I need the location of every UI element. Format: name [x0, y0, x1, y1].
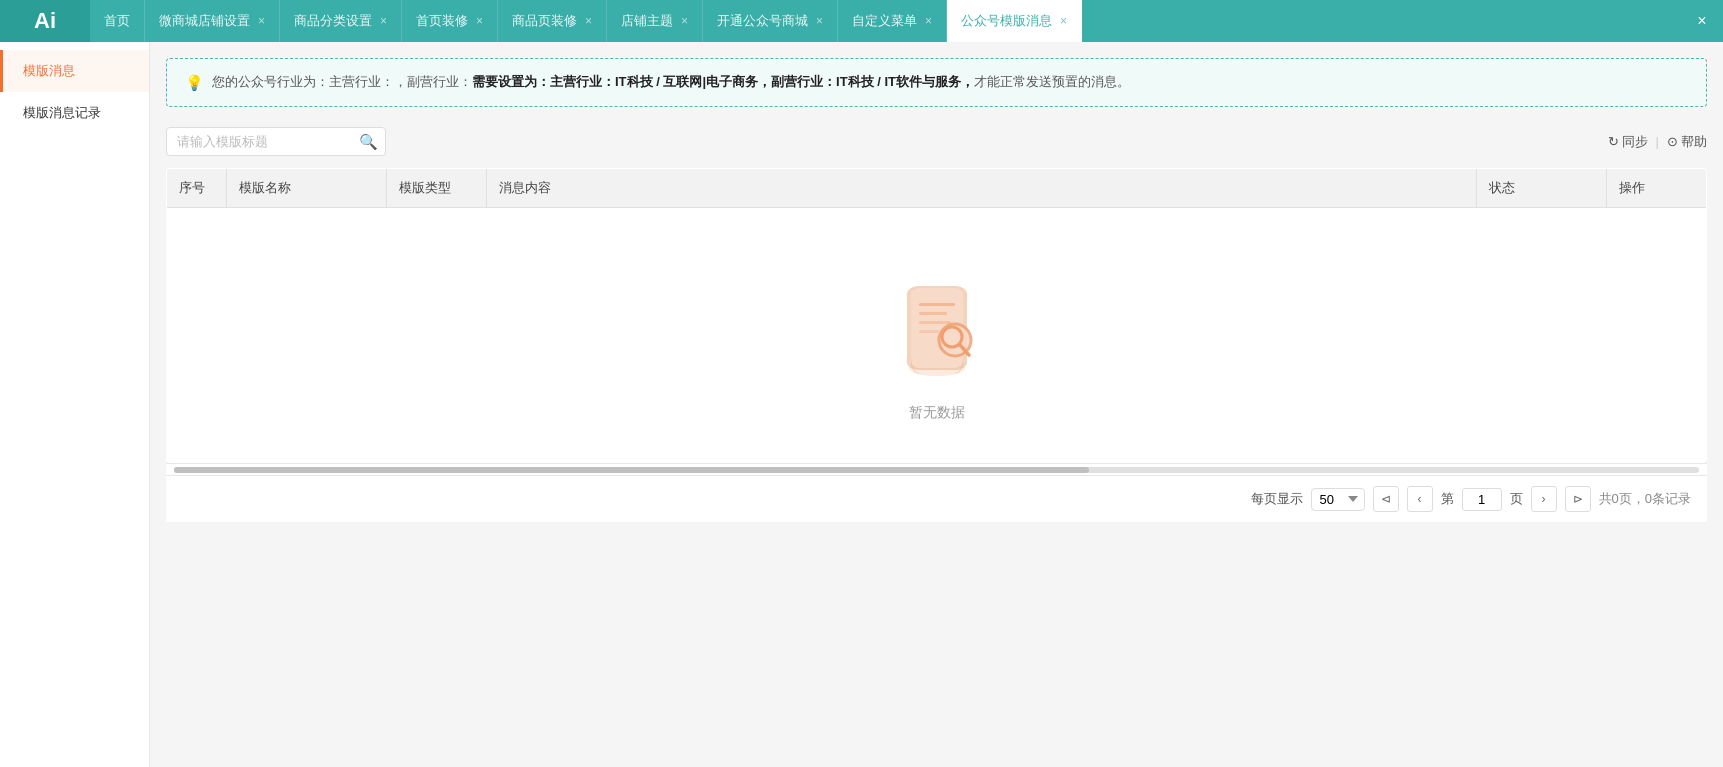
- sync-icon: ↻: [1608, 134, 1619, 149]
- search-bar: 🔍 ↻ 同步 | ⊙ 帮助: [166, 127, 1707, 156]
- nav-tab-wechat-store[interactable]: 微商城店铺设置×: [145, 0, 280, 42]
- nav-tab-home[interactable]: 首页: [90, 0, 145, 42]
- content-area: 💡 您的公众号行业为：主营行业：，副营行业：需要设置为：主营行业：IT科技 / …: [150, 42, 1723, 767]
- tab-close-icon-open-mall[interactable]: ×: [816, 14, 823, 28]
- tab-close-icon-product-page-decor[interactable]: ×: [585, 14, 592, 28]
- app-logo: Ai: [0, 0, 90, 42]
- table-header-row: 序号模版名称模版类型消息内容状态操作: [167, 169, 1707, 208]
- prev-page-button[interactable]: ‹: [1407, 486, 1433, 512]
- main-layout: 模版消息模版消息记录 💡 您的公众号行业为：主营行业：，副营行业：需要设置为：主…: [0, 42, 1723, 767]
- page-size-label: 每页显示: [1251, 490, 1303, 508]
- top-nav: Ai 首页微商城店铺设置×商品分类设置×首页装修×商品页装修×店铺主题×开通公众…: [0, 0, 1723, 42]
- table-col-action: 操作: [1607, 169, 1707, 208]
- svg-rect-1: [919, 303, 955, 306]
- nav-tab-template-msg[interactable]: 公众号模版消息×: [947, 0, 1082, 42]
- tab-close-icon-home-decor[interactable]: ×: [476, 14, 483, 28]
- empty-text: 暂无数据: [909, 404, 965, 422]
- divider: |: [1656, 134, 1659, 149]
- search-button[interactable]: 🔍: [359, 133, 378, 151]
- first-page-button[interactable]: ⊲: [1373, 486, 1399, 512]
- nav-tab-home-decor[interactable]: 首页装修×: [402, 0, 498, 42]
- notice-text: 您的公众号行业为：主营行业：，副营行业：需要设置为：主营行业：IT科技 / 互联…: [212, 73, 1130, 91]
- page-suffix: 页: [1510, 490, 1523, 508]
- table-body: 暂无数据: [167, 208, 1707, 463]
- scrollbar-thumb: [174, 467, 1089, 473]
- nav-tab-open-mall[interactable]: 开通公众号商城×: [703, 0, 838, 42]
- table-head: 序号模版名称模版类型消息内容状态操作: [167, 169, 1707, 208]
- data-table: 序号模版名称模版类型消息内容状态操作: [166, 168, 1707, 463]
- last-page-button[interactable]: ⊳: [1565, 486, 1591, 512]
- help-button[interactable]: ⊙ 帮助: [1667, 133, 1707, 151]
- tab-close-icon-custom-menu[interactable]: ×: [925, 14, 932, 28]
- sidebar: 模版消息模版消息记录: [0, 42, 150, 767]
- scrollbar-track[interactable]: [174, 467, 1699, 473]
- close-all-tabs-button[interactable]: ×: [1681, 0, 1723, 42]
- nav-tab-store-theme[interactable]: 店铺主题×: [607, 0, 703, 42]
- notice-banner: 💡 您的公众号行业为：主营行业：，副营行业：需要设置为：主营行业：IT科技 / …: [166, 58, 1707, 107]
- total-info: 共0页，0条记录: [1599, 490, 1691, 508]
- table-col-status: 状态: [1477, 169, 1607, 208]
- svg-rect-3: [919, 321, 951, 324]
- svg-rect-4: [919, 330, 939, 333]
- nav-tab-custom-menu[interactable]: 自定义菜单×: [838, 0, 947, 42]
- notice-icon: 💡: [185, 74, 204, 92]
- nav-tab-product-page-decor[interactable]: 商品页装修×: [498, 0, 607, 42]
- tab-close-icon-template-msg[interactable]: ×: [1060, 14, 1067, 28]
- nav-tabs: 首页微商城店铺设置×商品分类设置×首页装修×商品页装修×店铺主题×开通公众号商城…: [90, 0, 1681, 42]
- empty-row: 暂无数据: [167, 208, 1707, 463]
- tab-close-icon-product-category[interactable]: ×: [380, 14, 387, 28]
- table-col-name: 模版名称: [227, 169, 387, 208]
- current-page-input[interactable]: [1462, 488, 1502, 511]
- table-col-content: 消息内容: [487, 169, 1477, 208]
- empty-illustration: [877, 268, 997, 388]
- sync-button[interactable]: ↻ 同步: [1608, 133, 1648, 151]
- page-word: 第: [1441, 490, 1454, 508]
- pagination-row: 每页显示 50 10 20 100 ⊲ ‹ 第 页 › ⊳ 共0页，0条记录: [166, 475, 1707, 522]
- page-size-select[interactable]: 50 10 20 100: [1311, 488, 1365, 511]
- search-input[interactable]: [166, 127, 386, 156]
- toolbar-right: ↻ 同步 | ⊙ 帮助: [1608, 133, 1707, 151]
- search-input-wrap: 🔍: [166, 127, 386, 156]
- empty-state: 暂无数据: [167, 208, 1706, 462]
- nav-tab-product-category[interactable]: 商品分类设置×: [280, 0, 402, 42]
- sidebar-item-template-msg-record[interactable]: 模版消息记录: [0, 92, 149, 134]
- tab-close-icon-store-theme[interactable]: ×: [681, 14, 688, 28]
- tab-close-icon-wechat-store[interactable]: ×: [258, 14, 265, 28]
- sidebar-item-template-msg[interactable]: 模版消息: [0, 50, 149, 92]
- scrollbar-row: [166, 463, 1707, 475]
- table-col-type: 模版类型: [387, 169, 487, 208]
- table-col-index: 序号: [167, 169, 227, 208]
- help-icon: ⊙: [1667, 134, 1678, 149]
- svg-rect-2: [919, 312, 947, 315]
- next-page-button[interactable]: ›: [1531, 486, 1557, 512]
